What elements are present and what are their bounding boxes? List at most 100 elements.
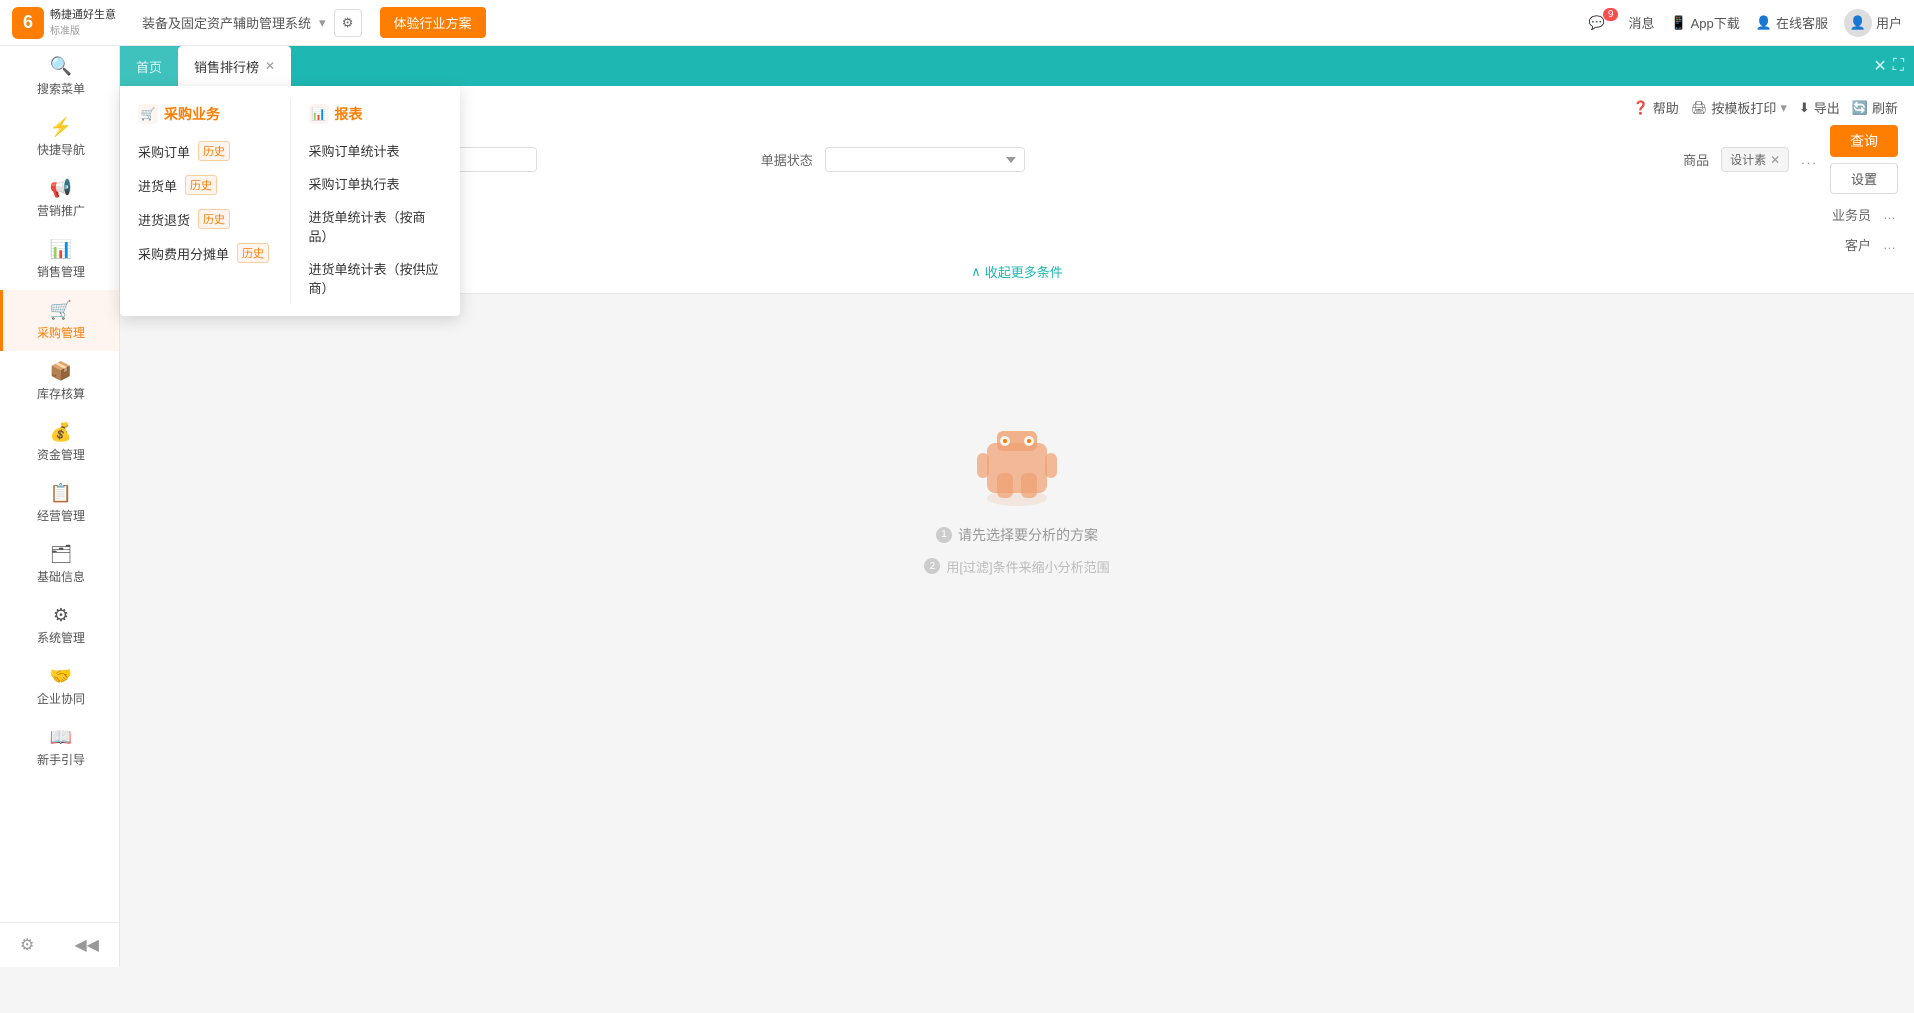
sidebar-item-basic[interactable]: 🗂 基础信息 [0,534,119,595]
sidebar-item-inventory[interactable]: 📦 库存核算 [0,351,119,412]
finance-icon: 💰 [50,422,72,443]
sidebar-item-search[interactable]: 🔍 搜索菜单 [0,46,119,107]
search-icon: 🔍 [50,56,72,77]
empty-hint-2: 2 用[过滤]条件来缩小分析范围 [924,557,1109,576]
dropdown-item-inbound-by-goods[interactable]: 进货单统计表（按商品） [301,200,451,252]
dropdown-item-inbound[interactable]: 进货单 历史 [130,168,280,202]
goods-more-dots[interactable]: ... [1801,152,1818,167]
action-buttons: 查询 设置 [1830,125,1898,194]
phone-icon: 📱 [1670,15,1686,31]
logo-text-block: 畅捷通好生意 标准版 [50,8,116,37]
sidebar-label-sales: 销售管理 [37,263,85,280]
tab-home[interactable]: 首页 [120,46,178,86]
settings-gear-btn[interactable]: ⚙ [334,9,362,37]
logo: 6 畅捷通好生意 标准版 [12,7,132,39]
help-btn[interactable]: ❓ 帮助 [1633,98,1679,117]
hint2-icon: 2 [924,558,940,574]
service-icon: 👤 [1756,15,1772,31]
sidebar-item-system[interactable]: ⚙ 系统管理 [0,595,119,656]
goods-tag-remove[interactable]: ✕ [1770,153,1780,167]
basic-icon: 🗂 [50,544,73,565]
dropdown-item-return[interactable]: 进货退货 历史 [130,202,280,236]
tab-sales-rank-label: 销售排行榜 [194,57,259,76]
dropdown-item-purchase-order[interactable]: 采购订单 历史 [130,134,280,168]
sidebar-item-guide[interactable]: 📖 新手引导 [0,717,119,778]
print-icon: 🖨 [1691,100,1708,116]
inbound-label: 进货单 [138,176,177,195]
sales-icon: 📊 [50,239,72,260]
enterprise-icon: 🤝 [50,666,72,687]
system-title-area: 装备及固定资产辅助管理系统 ▾ ⚙ 体验行业方案 [132,7,1589,38]
collapse-btn[interactable]: ∧ 收起更多条件 [971,262,1063,281]
sidebar-item-finance[interactable]: 💰 资金管理 [0,412,119,473]
export-icon: ⬇ [1799,100,1810,116]
purchase-col: 🛒 采购业务 采购订单 历史 进货单 历史 进货退货 历史 采购费用分摊单 历史 [120,98,290,304]
sidebar-item-quick[interactable]: ⚡ 快捷导航 [0,107,119,168]
inbound-by-supplier-label: 进货单统计表（按供应商） [309,259,443,297]
user-label: 用户 [1876,13,1902,32]
online-service-btn[interactable]: 👤 在线客服 [1756,13,1828,32]
empty-illustration [967,413,1067,513]
sidebar-item-sales[interactable]: 📊 销售管理 [0,229,119,290]
goods-tag-value: 设计素 [1730,151,1766,168]
refresh-icon: 🔄 [1852,100,1868,116]
report-header-icon: 📊 [309,104,329,124]
tabbar-close-btn[interactable]: ✕ [1873,56,1886,76]
sidebar-label-guide: 新手引导 [37,751,85,768]
app-download-btn[interactable]: 📱 App下载 [1670,13,1739,32]
user-btn[interactable]: 👤 用户 [1844,9,1902,37]
dropdown-item-order-exec[interactable]: 采购订单执行表 [301,167,451,200]
message-badge: 9 [1603,8,1619,21]
tab-sales-rank[interactable]: 销售排行榜 ✕ [178,46,291,86]
export-btn[interactable]: ⬇ 导出 [1799,98,1840,117]
dropdown-item-order-stat[interactable]: 采购订单统计表 [301,134,451,167]
inbound-by-goods-label: 进货单统计表（按商品） [309,207,443,245]
purchase-order-history-badge: 历史 [198,141,230,161]
sidebar: 🔍 搜索菜单 ⚡ 快捷导航 📢 营销推广 📊 销售管理 🛒 采购管理 📦 库存核… [0,46,120,967]
marketing-icon: 📢 [50,178,72,199]
report-col-header: 📊 报表 [301,98,451,130]
dropdown-item-expense[interactable]: 采购费用分摊单 历史 [130,236,280,270]
collapse-label: 收起更多条件 [985,262,1063,281]
sidebar-label-inventory: 库存核算 [37,385,85,402]
goods-label: 商品 [1683,150,1709,169]
filter-settings-btn[interactable]: 设置 [1830,163,1898,194]
sidebar-item-marketing[interactable]: 📢 营销推广 [0,168,119,229]
empty-hint-1: 1 请先选择要分析的方案 [936,525,1098,545]
content-area: 1 请先选择要分析的方案 2 用[过滤]条件来缩小分析范围 [120,294,1914,967]
bottom-collapse-btn[interactable]: ◀◀ [70,931,103,959]
message-icon: 💬 [1589,15,1605,31]
bottom-settings-btn[interactable]: ⚙ [16,931,38,959]
refresh-label: 刷新 [1872,98,1898,117]
system-title: 装备及固定资产辅助管理系统 [142,13,311,32]
sidebar-item-purchase[interactable]: 🛒 采购管理 [0,290,119,351]
tab-close-icon[interactable]: ✕ [265,59,275,73]
sidebar-bottom: ⚙ ◀◀ [0,922,119,967]
industry-btn[interactable]: 体验行业方案 [380,7,486,38]
customer-dots[interactable]: … [1883,237,1898,252]
sidebar-label-system: 系统管理 [37,629,85,646]
refresh-btn[interactable]: 🔄 刷新 [1852,98,1898,117]
sidebar-label-search: 搜索菜单 [37,80,85,97]
message-btn[interactable]: 💬 9 消息 [1589,13,1655,32]
tabbar-expand-btn[interactable]: ⛶ [1893,57,1904,75]
sidebar-label-finance: 资金管理 [37,446,85,463]
tabbar-right: ✕ ⛶ [1873,56,1914,76]
print-btn[interactable]: 🖨 按模板打印 ▾ [1691,98,1787,117]
topbar: 6 畅捷通好生意 标准版 装备及固定资产辅助管理系统 ▾ ⚙ 体验行业方案 💬 … [0,0,1914,46]
dropdown-item-inbound-by-supplier[interactable]: 进货单统计表（按供应商） [301,252,451,304]
customer-label: 客户 [1845,235,1871,254]
print-arrow[interactable]: ▾ [1780,100,1787,116]
salesperson-dots[interactable]: … [1883,207,1898,222]
help-icon: ❓ [1633,100,1649,116]
query-btn[interactable]: 查询 [1830,125,1898,157]
sidebar-item-operation[interactable]: 📋 经营管理 [0,473,119,534]
sidebar-item-enterprise[interactable]: 🤝 企业协同 [0,656,119,717]
message-label: 消息 [1628,13,1654,32]
title-dropdown-arrow[interactable]: ▾ [319,15,326,31]
order-exec-label: 采购订单执行表 [309,174,400,193]
purchase-order-label: 采购订单 [138,142,190,161]
sidebar-label-marketing: 营销推广 [37,202,85,219]
online-service-label: 在线客服 [1776,13,1828,32]
voucher-status-select[interactable] [825,147,1025,172]
